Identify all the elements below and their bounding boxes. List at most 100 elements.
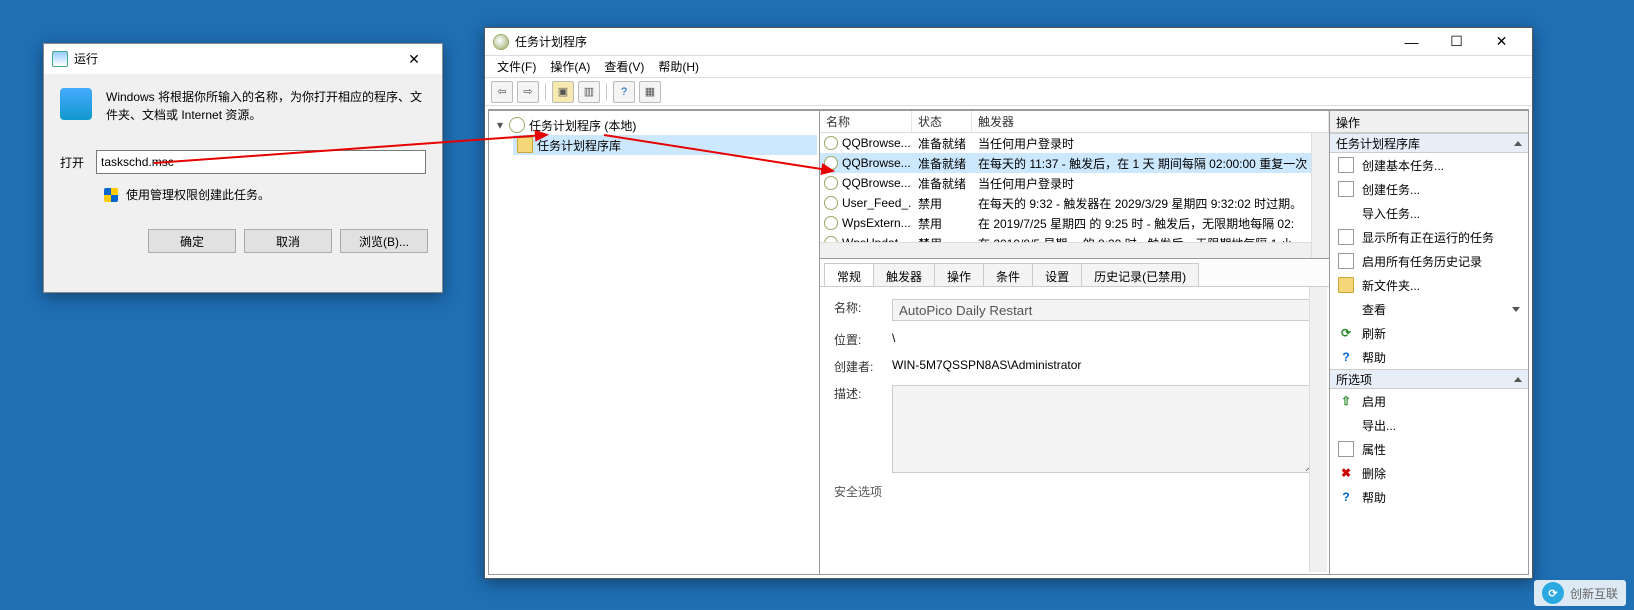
tab-triggers[interactable]: 触发器 [873, 263, 935, 286]
tree-library-label: 任务计划程序库 [537, 137, 621, 154]
actions-section-selected: 所选项 [1330, 369, 1528, 389]
col-status[interactable]: 状态 [912, 111, 972, 132]
task-columns: 名称 状态 触发器 [820, 111, 1329, 133]
tree-pane: ▾ 任务计划程序 (本地) 任务计划程序库 [488, 110, 820, 575]
browse-button[interactable]: 浏览(B)... [340, 229, 428, 253]
action-item[interactable]: 导入任务... [1330, 201, 1528, 225]
run-app-icon [52, 51, 68, 67]
back-icon[interactable]: ⇦ [491, 81, 513, 103]
help-icon: ? [1338, 489, 1354, 505]
cancel-button[interactable]: 取消 [244, 229, 332, 253]
watermark-text: 创新互联 [1570, 585, 1618, 602]
task-name: QQBrowse... [842, 156, 911, 170]
action-label: 帮助 [1362, 489, 1386, 506]
action-item[interactable]: 启用所有任务历史记录 [1330, 249, 1528, 273]
pane-icon[interactable]: ▥ [578, 81, 600, 103]
action-icon [1338, 157, 1354, 173]
action-item[interactable]: ⇧启用 [1330, 389, 1528, 413]
tab-actions[interactable]: 操作 [934, 263, 984, 286]
task-name: QQBrowse... [842, 176, 911, 190]
toolbar: ⇦ ⇨ ▣ ▥ ? ▦ [485, 78, 1532, 106]
table-row[interactable]: QQBrowse...准备就绪当任何用户登录时 [820, 173, 1329, 193]
collapse-icon[interactable] [1514, 377, 1522, 382]
action-icon [1338, 441, 1354, 457]
close-icon[interactable]: ✕ [394, 44, 434, 74]
task-scheduler-window: 任务计划程序 — ☐ ✕ 文件(F) 操作(A) 查看(V) 帮助(H) ⇦ ⇨… [484, 27, 1533, 579]
menu-file[interactable]: 文件(F) [491, 56, 542, 77]
menu-view[interactable]: 查看(V) [598, 56, 650, 77]
action-item[interactable]: ? 帮助 [1330, 485, 1528, 509]
run-message: Windows 将根据你所输入的名称，为你打开相应的程序、文件夹、文档或 Int… [106, 88, 426, 124]
table-row[interactable]: User_Feed_...禁用在每天的 9:32 - 触发器在 2029/3/2… [820, 193, 1329, 213]
security-options-label: 安全选项 [834, 483, 1315, 500]
help-icon: ? [1338, 349, 1354, 365]
col-trigger[interactable]: 触发器 [972, 111, 1329, 132]
action-label: 属性 [1362, 441, 1386, 458]
action-label: 创建任务... [1362, 181, 1420, 198]
task-trigger: 在每天的 11:37 - 触发后，在 1 天 期间每隔 02:00:00 重复一… [972, 155, 1329, 172]
tab-history[interactable]: 历史记录(已禁用) [1081, 263, 1199, 286]
help-icon[interactable]: ? [613, 81, 635, 103]
minimize-icon[interactable]: — [1389, 29, 1434, 55]
action-label: 启用所有任务历史记录 [1362, 253, 1482, 270]
action-item[interactable]: ⟳ 刷新 [1330, 321, 1528, 345]
menubar: 文件(F) 操作(A) 查看(V) 帮助(H) [485, 56, 1532, 78]
scrollbar-vertical[interactable] [1309, 287, 1327, 572]
task-trigger: 当任何用户登录时 [972, 135, 1329, 152]
watermark: ⟳ 创新互联 [1534, 580, 1626, 606]
table-row[interactable]: QQBrowse...准备就绪在每天的 11:37 - 触发后，在 1 天 期间… [820, 153, 1329, 173]
up-icon[interactable]: ▣ [552, 81, 574, 103]
tab-general[interactable]: 常规 [824, 263, 874, 286]
action-item[interactable]: 查看 [1330, 297, 1528, 321]
detail-desc-value [892, 385, 1315, 473]
table-row[interactable]: WpsExtern...禁用在 2019/7/25 星期四 的 9:25 时 -… [820, 213, 1329, 233]
action-icon [1338, 229, 1354, 245]
table-row[interactable]: QQBrowse...准备就绪当任何用户登录时 [820, 133, 1329, 153]
action-icon [1338, 417, 1354, 433]
action-item[interactable]: 创建基本任务... [1330, 153, 1528, 177]
folder-icon [517, 137, 533, 153]
menu-help[interactable]: 帮助(H) [652, 56, 705, 77]
refresh-icon[interactable]: ▦ [639, 81, 661, 103]
action-label: 显示所有正在运行的任务 [1362, 229, 1494, 246]
action-icon [1338, 301, 1354, 317]
scrollbar-horizontal[interactable] [820, 242, 1311, 258]
collapse-icon[interactable] [1514, 141, 1522, 146]
action-icon: ⟳ [1338, 325, 1354, 341]
collapse-icon[interactable]: ▾ [495, 118, 505, 132]
shield-icon [104, 188, 118, 202]
action-item[interactable]: 属性 [1330, 437, 1528, 461]
scrollbar-vertical[interactable] [1311, 133, 1329, 258]
action-label: 刷新 [1362, 325, 1386, 342]
task-detail: 常规 触发器 操作 条件 设置 历史记录(已禁用) 名称: 位置: \ [820, 259, 1329, 574]
maximize-icon[interactable]: ☐ [1434, 29, 1479, 55]
ok-button[interactable]: 确定 [148, 229, 236, 253]
menu-action[interactable]: 操作(A) [544, 56, 596, 77]
task-status: 准备就绪 [912, 155, 972, 172]
action-item[interactable]: 新文件夹... [1330, 273, 1528, 297]
chevron-right-icon [1512, 307, 1520, 312]
action-label: 导入任务... [1362, 205, 1420, 222]
close-icon[interactable]: ✕ [1479, 29, 1524, 55]
forward-icon[interactable]: ⇨ [517, 81, 539, 103]
action-item[interactable]: 显示所有正在运行的任务 [1330, 225, 1528, 249]
delete-icon: ✖ [1338, 465, 1354, 481]
detail-name-value [892, 299, 1315, 321]
run-large-icon [60, 88, 92, 120]
action-item[interactable]: 导出... [1330, 413, 1528, 437]
sched-titlebar: 任务计划程序 — ☐ ✕ [485, 28, 1532, 56]
action-label: 帮助 [1362, 349, 1386, 366]
shield-text: 使用管理权限创建此任务。 [126, 186, 270, 203]
action-item[interactable]: ✖ 删除 [1330, 461, 1528, 485]
col-name[interactable]: 名称 [820, 111, 912, 132]
run-titlebar: 运行 ✕ [44, 44, 442, 74]
tab-settings[interactable]: 设置 [1032, 263, 1082, 286]
action-item[interactable]: 创建任务... [1330, 177, 1528, 201]
action-label: 查看 [1362, 301, 1386, 318]
action-label: 删除 [1362, 465, 1386, 482]
action-item[interactable]: ? 帮助 [1330, 345, 1528, 369]
label-desc: 描述: [834, 385, 882, 402]
tab-conditions[interactable]: 条件 [983, 263, 1033, 286]
task-name: User_Feed_... [842, 196, 912, 210]
task-trigger: 在 2019/7/25 星期四 的 9:25 时 - 触发后，无限期地每隔 02… [972, 215, 1329, 232]
